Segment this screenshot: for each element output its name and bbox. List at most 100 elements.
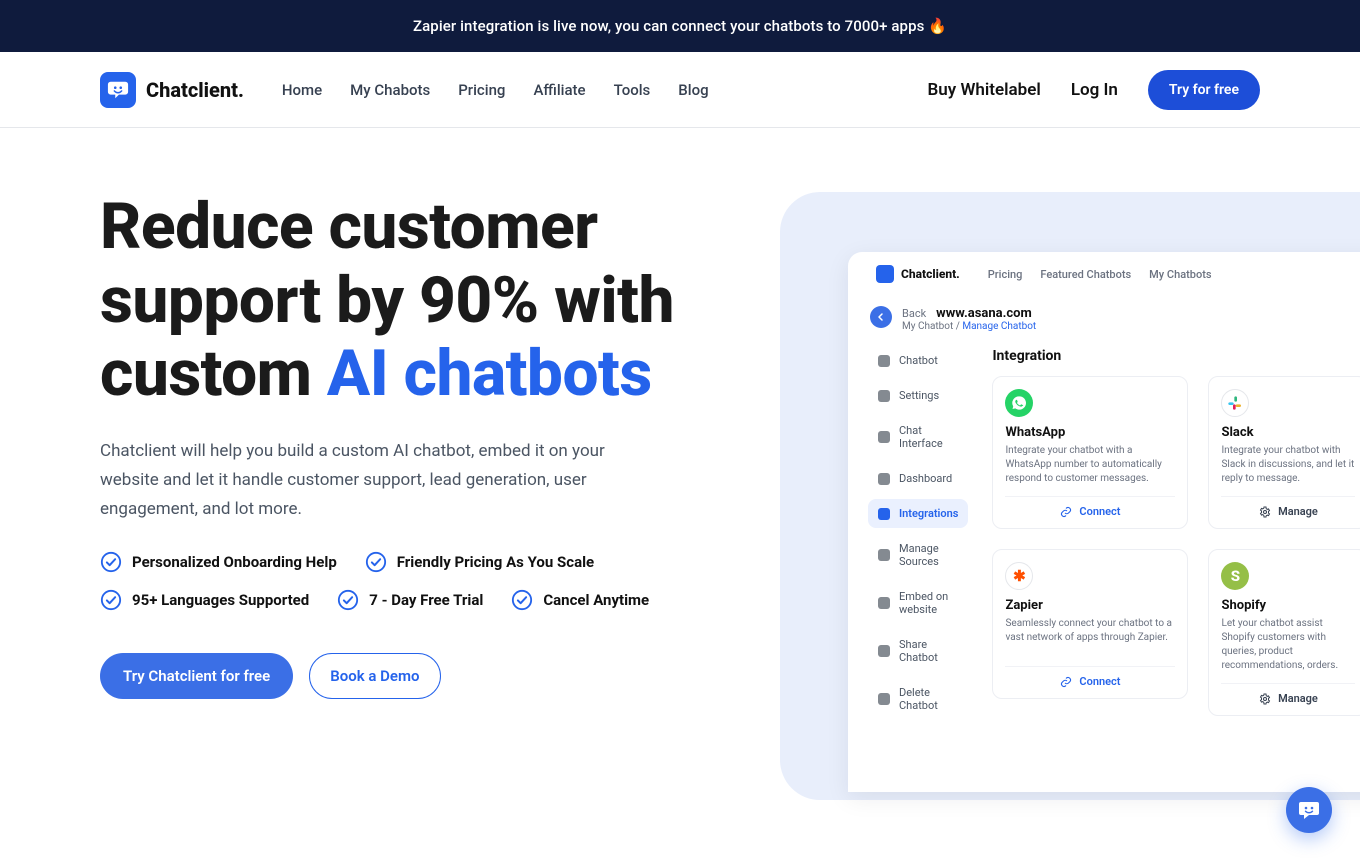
breadcrumb-text: Backwww.asana.com My Chatbot / Manage Ch…	[902, 302, 1036, 332]
breadcrumb-path-plain: My Chatbot /	[902, 321, 962, 332]
card-action-label: Manage	[1278, 505, 1318, 518]
feature-label: 7 - Day Free Trial	[369, 591, 483, 609]
link-icon	[1060, 676, 1072, 688]
preview-logo-icon	[876, 265, 894, 283]
hero-headline: Reduce customer support by 90% with cust…	[100, 190, 760, 411]
panel-title: Integration	[992, 348, 1360, 364]
slack-icon	[1221, 389, 1249, 417]
card-desc: Seamlessly connect your chatbot to a vas…	[1005, 617, 1175, 656]
brand-name: Chatclient.	[146, 78, 244, 102]
card-desc: Integrate your chatbot with Slack in dis…	[1221, 444, 1355, 486]
shopify-icon: S	[1221, 562, 1249, 590]
login-link[interactable]: Log In	[1071, 80, 1118, 100]
card-desc: Let your chatbot assist Shopify customer…	[1221, 617, 1355, 673]
square-icon	[878, 355, 890, 367]
nav-blog[interactable]: Blog	[678, 81, 708, 99]
side-label: Settings	[899, 389, 939, 402]
side-label: Share Chatbot	[899, 638, 958, 664]
cta-demo-button[interactable]: Book a Demo	[309, 653, 440, 699]
check-icon	[337, 589, 359, 611]
integration-card-slack: Slack Integrate your chatbot with Slack …	[1208, 376, 1360, 529]
nav-pricing[interactable]: Pricing	[458, 81, 505, 99]
link-icon	[878, 508, 890, 520]
chat-bubble-icon	[1297, 798, 1321, 822]
card-title: Slack	[1221, 425, 1355, 440]
site-header: Chatclient. Home My Chabots Pricing Affi…	[0, 52, 1360, 128]
breadcrumb-domain: www.asana.com	[936, 306, 1032, 321]
side-label: Integrations	[899, 507, 958, 520]
feature-label: Friendly Pricing As You Scale	[397, 553, 594, 571]
side-share: Share Chatbot	[868, 630, 968, 672]
side-label: Chatbot	[899, 354, 938, 367]
feature-cancel: Cancel Anytime	[511, 589, 649, 611]
whatsapp-icon	[1005, 389, 1033, 417]
integration-card-zapier: ✱ Zapier Seamlessly connect your chatbot…	[992, 549, 1188, 699]
trash-icon	[878, 693, 890, 705]
preview-nav-featured: Featured Chatbots	[1040, 268, 1131, 281]
hero-features: Personalized Onboarding Help Friendly Pr…	[100, 551, 720, 611]
side-label: Manage Sources	[899, 542, 958, 568]
feature-label: Cancel Anytime	[543, 591, 649, 609]
side-chat-interface: Chat Interface	[868, 416, 968, 458]
share-icon	[878, 645, 890, 657]
preview-panel: Integration WhatsApp Integrate your chat…	[992, 346, 1360, 720]
stack-icon	[878, 549, 890, 561]
code-icon	[878, 597, 890, 609]
feature-label: Personalized Onboarding Help	[132, 553, 337, 571]
check-icon	[511, 589, 533, 611]
preview-app: Chatclient. Pricing Featured Chatbots My…	[848, 252, 1360, 792]
grid-icon	[878, 473, 890, 485]
side-sources: Manage Sources	[868, 534, 968, 576]
feature-label: 95+ Languages Supported	[132, 591, 309, 609]
card-desc: Integrate your chatbot with a WhatsApp n…	[1005, 444, 1175, 486]
card-action-label: Manage	[1278, 692, 1318, 705]
hero-copy: Reduce customer support by 90% with cust…	[100, 190, 760, 699]
check-icon	[365, 551, 387, 573]
preview-topnav: Pricing Featured Chatbots My Chatbots	[988, 268, 1212, 281]
side-label: Embed on website	[899, 590, 958, 616]
announcement-bar[interactable]: Zapier integration is live now, you can …	[0, 0, 1360, 52]
side-delete: Delete Chatbot	[868, 678, 968, 720]
card-action-connect: Connect	[1005, 496, 1175, 518]
nav-my-chatbots[interactable]: My Chabots	[350, 81, 430, 99]
card-title: Zapier	[1005, 598, 1175, 613]
card-action-label: Connect	[1079, 505, 1120, 518]
preview-nav-my: My Chatbots	[1149, 268, 1211, 281]
feature-pricing: Friendly Pricing As You Scale	[365, 551, 594, 573]
announcement-text: Zapier integration is live now, you can …	[413, 17, 947, 35]
preview-breadcrumb: Backwww.asana.com My Chatbot / Manage Ch…	[868, 296, 1360, 342]
link-icon	[1060, 506, 1072, 518]
side-settings: Settings	[868, 381, 968, 410]
brand[interactable]: Chatclient.	[100, 72, 244, 108]
cta-try-button[interactable]: Try Chatclient for free	[100, 653, 293, 699]
chat-widget-button[interactable]	[1286, 787, 1332, 833]
header-right: Buy Whitelabel Log In Try for free	[928, 70, 1261, 110]
primary-nav: Home My Chabots Pricing Affiliate Tools …	[282, 81, 709, 99]
card-title: WhatsApp	[1005, 425, 1175, 440]
side-label: Dashboard	[899, 472, 952, 485]
nav-home[interactable]: Home	[282, 81, 322, 99]
nav-tools[interactable]: Tools	[614, 81, 651, 99]
gear-icon	[878, 390, 890, 402]
feature-trial: 7 - Day Free Trial	[337, 589, 483, 611]
back-icon	[870, 306, 892, 328]
card-action-label: Connect	[1079, 675, 1120, 688]
side-integrations: Integrations	[868, 499, 968, 528]
preview-brand: Chatclient.	[876, 265, 960, 283]
card-title: Shopify	[1221, 598, 1355, 613]
preview-brand-name: Chatclient.	[901, 267, 960, 281]
hero: Reduce customer support by 90% with cust…	[0, 128, 1360, 859]
product-preview: Chatclient. Pricing Featured Chatbots My…	[780, 192, 1360, 800]
card-action-connect: Connect	[1005, 666, 1175, 688]
buy-whitelabel-link[interactable]: Buy Whitelabel	[928, 80, 1041, 100]
check-icon	[100, 589, 122, 611]
integration-card-shopify: S Shopify Let your chatbot assist Shopif…	[1208, 549, 1360, 716]
side-label: Delete Chatbot	[899, 686, 958, 712]
nav-affiliate[interactable]: Affiliate	[533, 81, 585, 99]
check-icon	[100, 551, 122, 573]
gear-icon	[1259, 506, 1271, 518]
headline-accent: AI chatbots	[327, 336, 652, 411]
try-free-button[interactable]: Try for free	[1148, 70, 1260, 110]
preview-sidebar: Chatbot Settings Chat Interface Dashboar…	[868, 346, 968, 720]
gear-icon	[1259, 693, 1271, 705]
